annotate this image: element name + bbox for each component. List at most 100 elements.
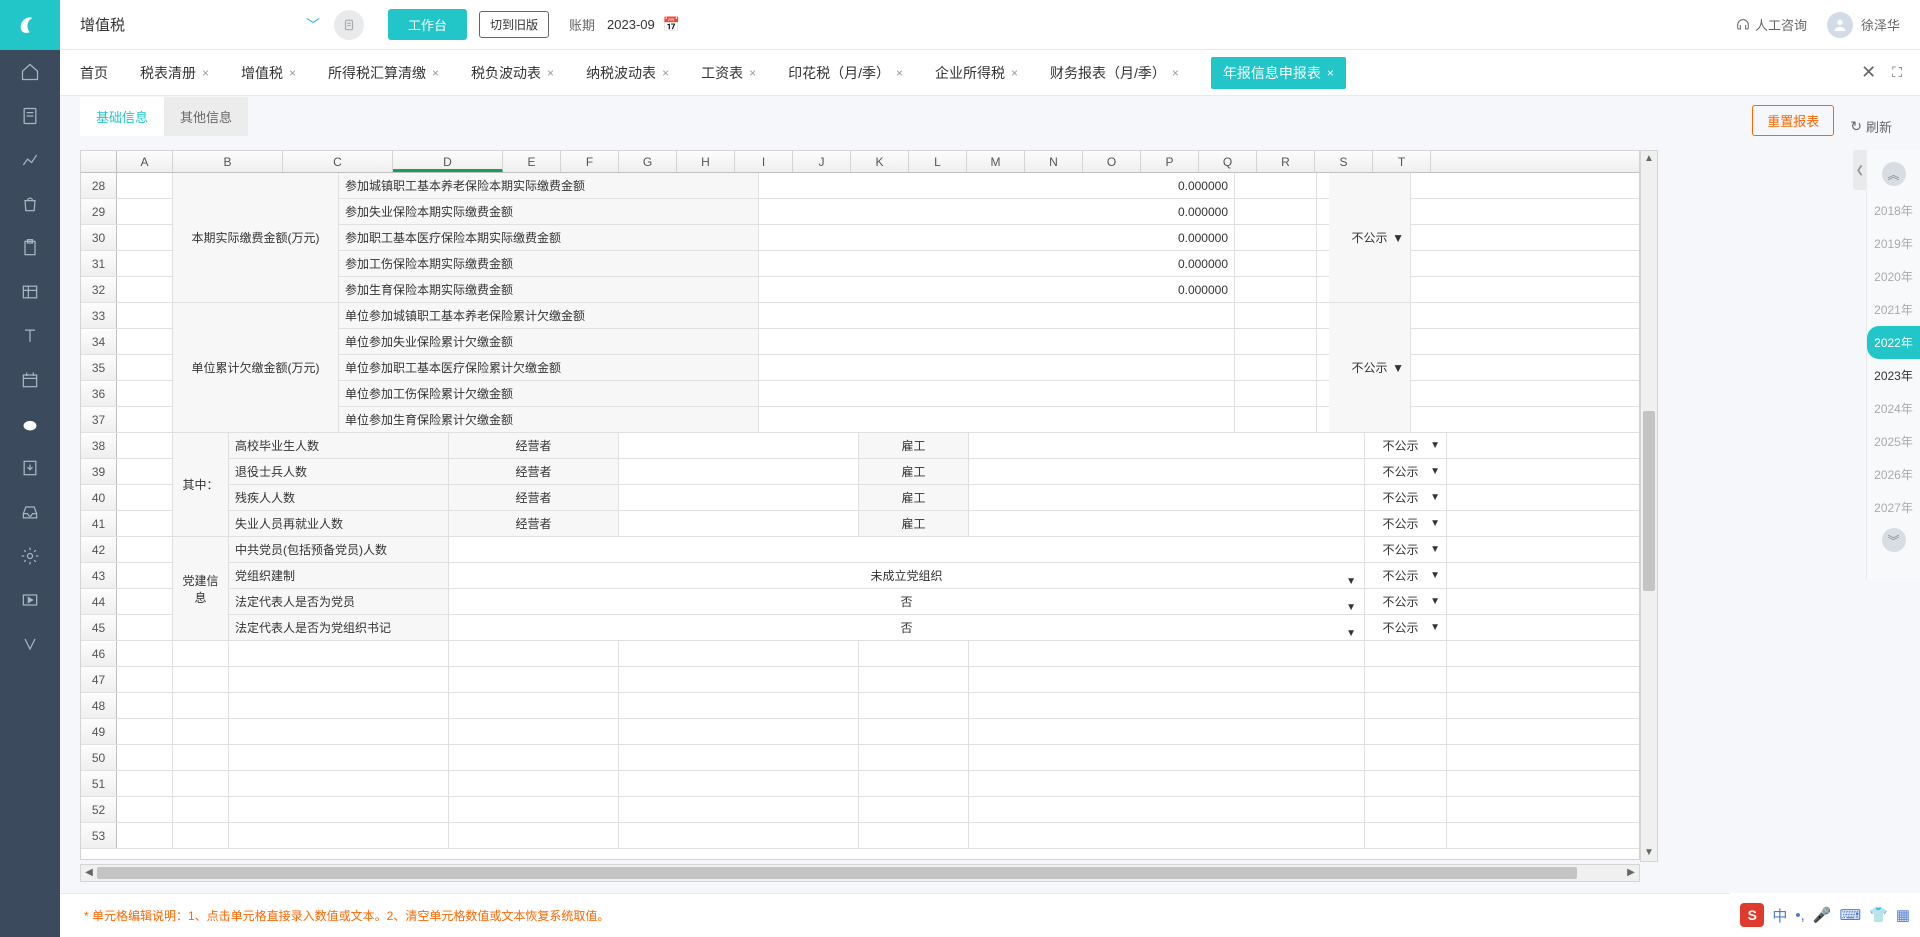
cell[interactable] [1365, 719, 1447, 744]
col-header-B[interactable]: B [173, 151, 283, 172]
cell[interactable] [117, 797, 173, 822]
cell[interactable] [969, 641, 1365, 666]
cell-value[interactable] [969, 433, 1365, 458]
tray-lang[interactable]: 中 [1772, 905, 1787, 926]
col-header-O[interactable]: O [1083, 151, 1141, 172]
row-header[interactable]: 46 [81, 641, 117, 666]
scroll-right-arrow[interactable]: ▶ [1623, 865, 1639, 881]
cell-value[interactable] [759, 381, 1235, 406]
disclosure-select[interactable] [1235, 329, 1317, 354]
cell-value[interactable] [619, 511, 859, 536]
cell[interactable] [173, 641, 229, 666]
nav-export-icon[interactable] [0, 446, 60, 490]
col-header-T[interactable]: T [1373, 151, 1431, 172]
expand-icon[interactable]: ⛶ [1892, 64, 1902, 81]
year-2023年[interactable]: 2023年 [1867, 359, 1920, 392]
year-2020年[interactable]: 2020年 [1867, 260, 1920, 293]
year-2026年[interactable]: 2026年 [1867, 458, 1920, 491]
tab-年报信息申报表[interactable]: 年报信息申报表× [1211, 57, 1346, 89]
cell[interactable] [117, 303, 173, 328]
cell-value[interactable] [759, 303, 1235, 328]
close-tab-icon[interactable]: ✕ [1861, 62, 1876, 83]
disclosure-select[interactable]: 不公示▼ [1365, 537, 1447, 562]
scroll-up-arrow[interactable]: ▲ [1641, 151, 1657, 167]
row-header[interactable]: 28 [81, 173, 117, 198]
col-header-G[interactable]: G [619, 151, 677, 172]
cell[interactable] [117, 329, 173, 354]
col-header-D[interactable]: D [393, 151, 503, 172]
cell-value[interactable] [969, 485, 1365, 510]
col-header-A[interactable]: A [117, 151, 173, 172]
disclosure-select[interactable] [1235, 173, 1317, 198]
tab-close-icon[interactable]: × [547, 66, 554, 80]
cell-value[interactable] [759, 329, 1235, 354]
cell[interactable] [229, 719, 449, 744]
cell[interactable] [969, 667, 1365, 692]
cell[interactable] [117, 745, 173, 770]
row-header[interactable]: 52 [81, 797, 117, 822]
cell[interactable] [117, 199, 173, 224]
tab-首页[interactable]: 首页 [80, 57, 108, 89]
cell[interactable] [117, 719, 173, 744]
cell[interactable] [117, 537, 173, 562]
cell[interactable] [969, 771, 1365, 796]
period-value[interactable]: 2023-09 [607, 17, 655, 32]
nav-v-icon[interactable] [0, 622, 60, 666]
nav-text-icon[interactable] [0, 314, 60, 358]
cell[interactable] [1365, 797, 1447, 822]
module-dropdown[interactable]: 增值税 ﹀ [80, 14, 320, 35]
year-2022年[interactable]: 2022年 [1867, 326, 1920, 359]
tab-所得税汇算清缴[interactable]: 所得税汇算清缴× [328, 57, 439, 89]
row-header[interactable]: 34 [81, 329, 117, 354]
cell[interactable] [117, 381, 173, 406]
year-2027年[interactable]: 2027年 [1867, 491, 1920, 524]
subtab-other-info[interactable]: 其他信息 [164, 97, 248, 136]
row-header[interactable]: 39 [81, 459, 117, 484]
cell-value[interactable]: 0.000000 [759, 199, 1235, 224]
row-header[interactable]: 37 [81, 407, 117, 432]
cell[interactable] [173, 771, 229, 796]
row-header[interactable]: 35 [81, 355, 117, 380]
cell[interactable] [449, 823, 619, 848]
brand-logo[interactable] [0, 0, 60, 50]
cell[interactable] [619, 797, 859, 822]
cell[interactable] [229, 745, 449, 770]
cell[interactable] [449, 797, 619, 822]
cell[interactable] [619, 641, 859, 666]
row-header[interactable]: 44 [81, 589, 117, 614]
row-header[interactable]: 33 [81, 303, 117, 328]
cell[interactable] [117, 173, 173, 198]
disclosure-select[interactable] [1235, 355, 1317, 380]
disclosure-select[interactable]: 不公示▼ [1365, 615, 1447, 640]
cell[interactable] [117, 277, 173, 302]
nav-home-icon[interactable] [0, 50, 60, 94]
nav-doc-icon[interactable] [0, 94, 60, 138]
calendar-icon[interactable]: 📅 [663, 16, 680, 33]
cell[interactable] [1365, 771, 1447, 796]
tab-印花税（月/季）[interactable]: 印花税（月/季）× [788, 57, 903, 89]
cell-value[interactable]: 0.000000 [759, 225, 1235, 250]
cell-value[interactable] [759, 355, 1235, 380]
cell[interactable] [117, 407, 173, 432]
cell-value[interactable] [969, 511, 1365, 536]
cell-value[interactable] [619, 485, 859, 510]
col-header-E[interactable]: E [503, 151, 561, 172]
cell[interactable] [229, 797, 449, 822]
col-header-S[interactable]: S [1315, 151, 1373, 172]
tab-close-icon[interactable]: × [1011, 66, 1018, 80]
cell[interactable] [449, 719, 619, 744]
tab-close-icon[interactable]: × [896, 66, 903, 80]
cell[interactable] [1365, 667, 1447, 692]
year-2019年[interactable]: 2019年 [1867, 227, 1920, 260]
cell-value[interactable] [619, 433, 859, 458]
select-all-corner[interactable] [81, 151, 117, 172]
cell[interactable] [1365, 693, 1447, 718]
disclosure-select[interactable] [1235, 303, 1317, 328]
tab-close-icon[interactable]: × [749, 66, 756, 80]
col-header-L[interactable]: L [909, 151, 967, 172]
cell[interactable] [449, 693, 619, 718]
cell[interactable] [173, 797, 229, 822]
cell[interactable] [229, 771, 449, 796]
cell[interactable] [859, 667, 969, 692]
tab-增值税[interactable]: 增值税× [241, 57, 296, 89]
